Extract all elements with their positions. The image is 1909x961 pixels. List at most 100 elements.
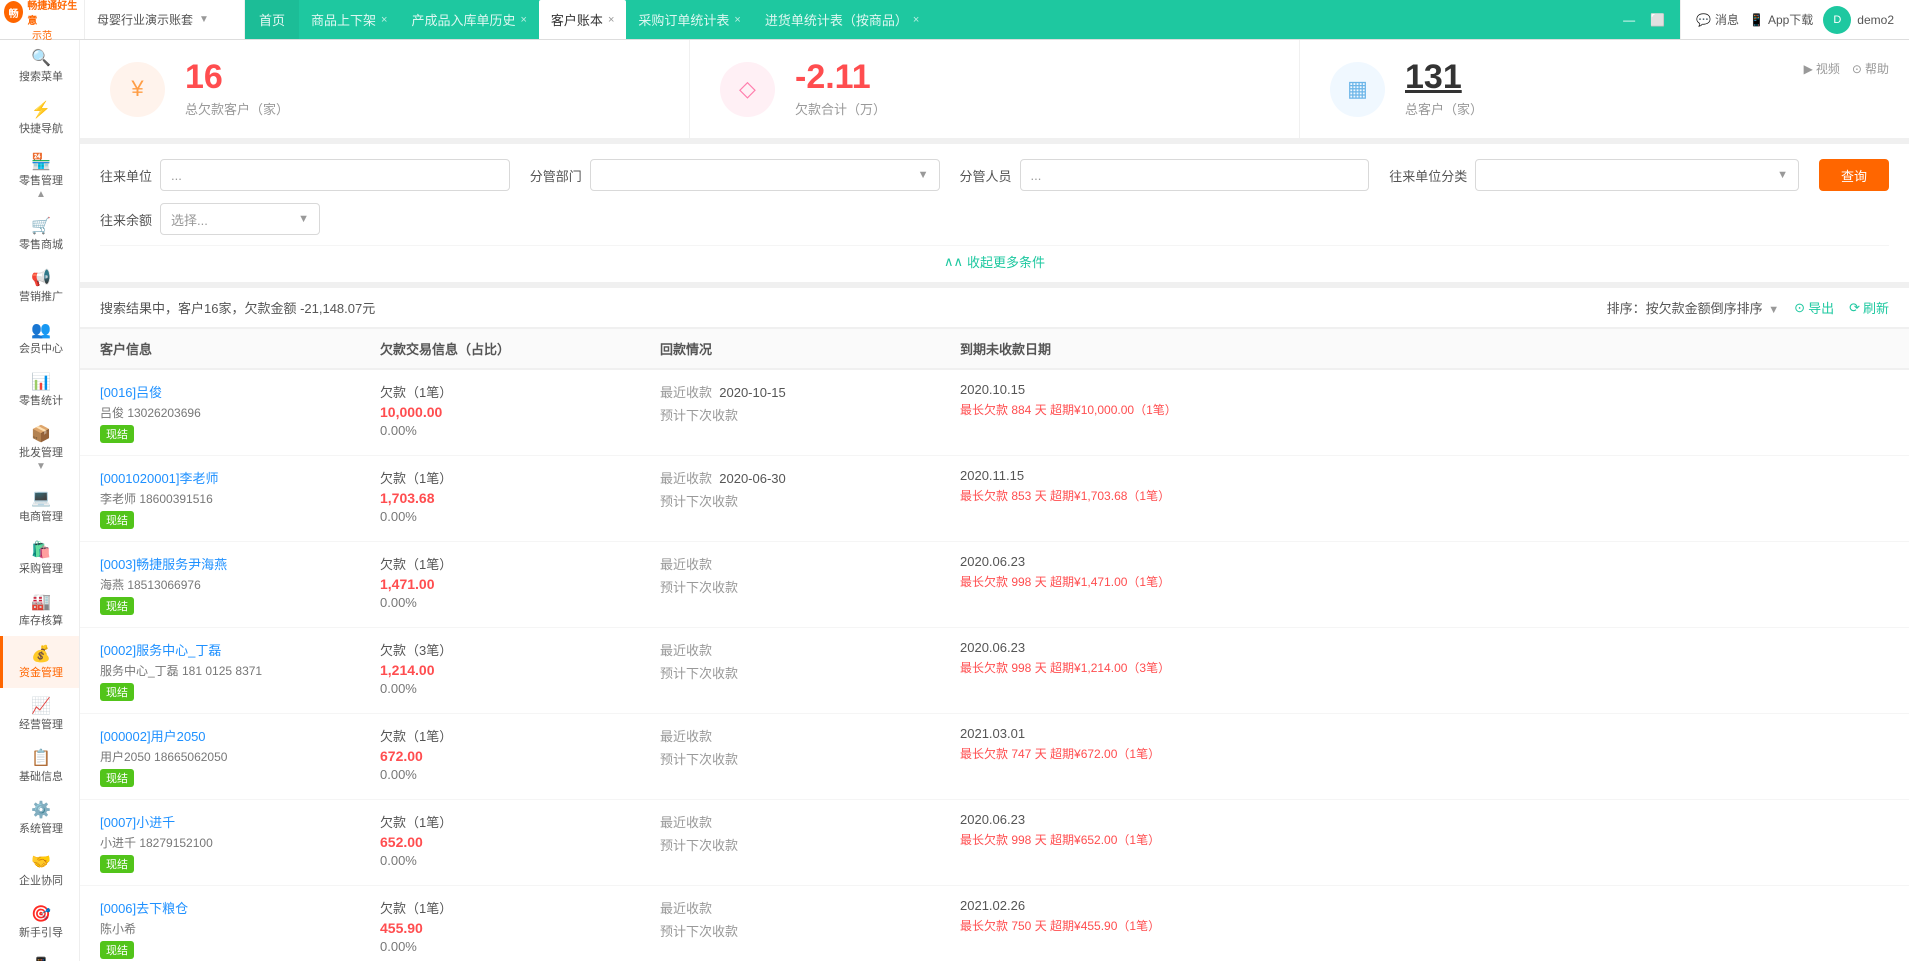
company-selector[interactable]: 母婴行业演示账套 ▼ <box>85 0 245 39</box>
sidebar-item-retail-mgmt[interactable]: 🏪 零售管理 ▲ <box>0 144 79 208</box>
filter-person: 分管人员 ... <box>960 159 1370 191</box>
main-content: ¥ 16 总欠款客户（家） ◇ -2.11 欠款合计（万） ▦ 131 总 <box>80 40 1909 961</box>
filter-unit-category: 往来单位分类 ▼ <box>1389 159 1799 191</box>
overdue-link[interactable]: 超期¥1,703.68（1笔） <box>1050 489 1170 503</box>
col-header-return: 回款情况 <box>660 339 960 358</box>
debt-count: 欠款（1笔） <box>380 382 660 401</box>
close-icon[interactable]: × <box>913 14 919 26</box>
filter-dept: 分管部门 ▼ <box>530 159 940 191</box>
chevron-down-icon: ▼ <box>1777 169 1788 181</box>
sidebar-item-system[interactable]: ⚙️ 系统管理 <box>0 792 79 844</box>
debt-amount: 1,703.68 <box>380 490 660 506</box>
customer-tag: 现结 <box>100 941 134 959</box>
debt-amount: 652.00 <box>380 834 660 850</box>
tabs-container: 首页 商品上下架 × 产成品入库单历史 × 客户账本 × 采购订单统计表 × 进… <box>245 0 1608 39</box>
help-btn[interactable]: ⊙ 帮助 <box>1852 60 1889 77</box>
sidebar-item-marketing[interactable]: 📢 营销推广 <box>0 260 79 312</box>
due-date: 2020.11.15 <box>960 468 1889 483</box>
chevron-down-icon: ▼ <box>298 213 309 225</box>
sidebar-item-business[interactable]: 📈 经营管理 <box>0 688 79 740</box>
stats-row: ¥ 16 总欠款客户（家） ◇ -2.11 欠款合计（万） ▦ 131 总 <box>80 40 1909 138</box>
sidebar-item-finance[interactable]: 💰 资金管理 <box>0 636 79 688</box>
next-return-info: 预计下次收款 <box>660 405 960 424</box>
close-icon[interactable]: × <box>734 14 740 26</box>
debt-amount: 455.90 <box>380 920 660 936</box>
sidebar-item-guide[interactable]: 🎯 新手引导 <box>0 896 79 948</box>
customer-name-link[interactable]: [0001020001]李老师 <box>100 471 219 486</box>
customer-name-link[interactable]: [0006]去下粮仓 <box>100 901 188 916</box>
return-info: 最近收款 <box>660 898 960 917</box>
sidebar-item-basic[interactable]: 📋 基础信息 <box>0 740 79 792</box>
export-btn[interactable]: ⊙ 导出 <box>1794 298 1834 317</box>
avatar: D <box>1823 6 1851 34</box>
balance-input[interactable]: 选择... ▼ <box>160 203 320 235</box>
filter-from-unit: 往来单位 ... <box>100 159 510 191</box>
overdue-link[interactable]: 超期¥10,000.00（1笔） <box>1050 403 1177 417</box>
logo-icon: 畅 <box>4 1 23 23</box>
debt-amount: 672.00 <box>380 748 660 764</box>
query-button[interactable]: 查询 <box>1819 159 1889 191</box>
next-return-info: 预计下次收款 <box>660 491 960 510</box>
logo-text: 畅捷通好生意 <box>27 0 80 27</box>
sidebar-item-members[interactable]: 👥 会员中心 <box>0 312 79 364</box>
stat-icon-diamond: ◇ <box>720 62 775 117</box>
table-row: [0003]畅捷服务尹海燕 海燕 18513066976 现结 欠款（1笔） 1… <box>80 542 1909 628</box>
overdue-link[interactable]: 超期¥1,214.00（3笔） <box>1050 661 1170 675</box>
overdue-link[interactable]: 超期¥455.90（1笔） <box>1050 919 1160 933</box>
overdue-link[interactable]: 超期¥672.00（1笔） <box>1050 747 1160 761</box>
sidebar-item-retail-stats[interactable]: 📊 零售统计 <box>0 364 79 416</box>
overdue-link[interactable]: 超期¥652.00（1笔） <box>1050 833 1160 847</box>
customer-name-link[interactable]: [0007]小进千 <box>100 815 175 830</box>
tab-product-shelf[interactable]: 商品上下架 × <box>299 0 399 39</box>
sidebar-item-app-center[interactable]: 📱 应用中心 <box>0 948 79 961</box>
customer-phone: 陈小希 <box>100 920 380 937</box>
tab-customer-account[interactable]: 客户账本 × <box>539 0 626 39</box>
app-download-btn[interactable]: 📱 App下载 <box>1749 11 1813 28</box>
debt-pct: 0.00% <box>380 509 660 524</box>
collapse-btn[interactable]: ∧∧ 收起更多条件 <box>100 245 1889 277</box>
tab-purchase-order[interactable]: 采购订单统计表 × <box>626 0 752 39</box>
from-unit-input[interactable]: ... <box>160 159 510 191</box>
close-icon[interactable]: × <box>608 14 614 26</box>
stat-card-owed-total: ◇ -2.11 欠款合计（万） <box>690 40 1300 138</box>
person-input[interactable]: ... <box>1020 159 1370 191</box>
sidebar-item-quick-nav[interactable]: ⚡ 快捷导航 <box>0 92 79 144</box>
debt-amount: 1,214.00 <box>380 662 660 678</box>
close-icon[interactable]: × <box>381 14 387 26</box>
customer-name-link[interactable]: [0003]畅捷服务尹海燕 <box>100 557 227 572</box>
customer-name-link[interactable]: [0002]服务中心_丁磊 <box>100 643 221 658</box>
results-actions: 排序：按欠款金额倒序排序 ▼ ⊙ 导出 ⟳ 刷新 <box>1607 298 1889 317</box>
sidebar-item-batch-mgmt[interactable]: 📦 批发管理 ▼ <box>0 416 79 480</box>
tab-home[interactable]: 首页 <box>245 0 299 39</box>
user-menu[interactable]: D demo2 <box>1823 6 1894 34</box>
next-return-info: 预计下次收款 <box>660 835 960 854</box>
stat-customers-owed-value: 16 <box>185 60 289 94</box>
tab-purchase-stats[interactable]: 进货单统计表（按商品） × <box>753 0 931 39</box>
next-return-info: 预计下次收款 <box>660 921 960 940</box>
tab-product-history[interactable]: 产成品入库单历史 × <box>399 0 538 39</box>
debt-pct: 0.00% <box>380 939 660 954</box>
refresh-btn[interactable]: ⟳ 刷新 <box>1849 298 1889 317</box>
sidebar-item-search[interactable]: 🔍 搜索菜单 <box>0 40 79 92</box>
stat-card-customers-owed: ¥ 16 总欠款客户（家） <box>80 40 690 138</box>
stat-customers-owed-label: 总欠款客户（家） <box>185 99 289 118</box>
window-maximize[interactable]: ⬜ <box>1650 13 1665 27</box>
sidebar-item-retail-mall[interactable]: 🛒 零售商城 <box>0 208 79 260</box>
message-btn[interactable]: 💬 消息 <box>1696 11 1739 28</box>
close-icon[interactable]: × <box>520 14 526 26</box>
overdue-link[interactable]: 超期¥1,471.00（1笔） <box>1050 575 1170 589</box>
sidebar-item-ecommerce[interactable]: 💻 电商管理 <box>0 480 79 532</box>
col-header-debt: 欠款交易信息（占比） <box>380 339 660 358</box>
video-btn[interactable]: ▶ 视频 <box>1804 60 1840 77</box>
unit-category-input[interactable]: ▼ <box>1475 159 1799 191</box>
video-icon: ▶ <box>1804 62 1813 76</box>
customer-name-link[interactable]: [0016]吕俊 <box>100 385 162 400</box>
dept-input[interactable]: ▼ <box>590 159 940 191</box>
customer-tag: 现结 <box>100 511 134 529</box>
sidebar-item-warehouse[interactable]: 🏭 库存核算 <box>0 584 79 636</box>
sidebar-item-purchase[interactable]: 🛍️ 采购管理 <box>0 532 79 584</box>
next-return-info: 预计下次收款 <box>660 663 960 682</box>
window-minimize[interactable]: — <box>1623 13 1635 27</box>
sidebar-item-enterprise[interactable]: 🤝 企业协同 <box>0 844 79 896</box>
customer-name-link[interactable]: [000002]用户2050 <box>100 729 206 744</box>
